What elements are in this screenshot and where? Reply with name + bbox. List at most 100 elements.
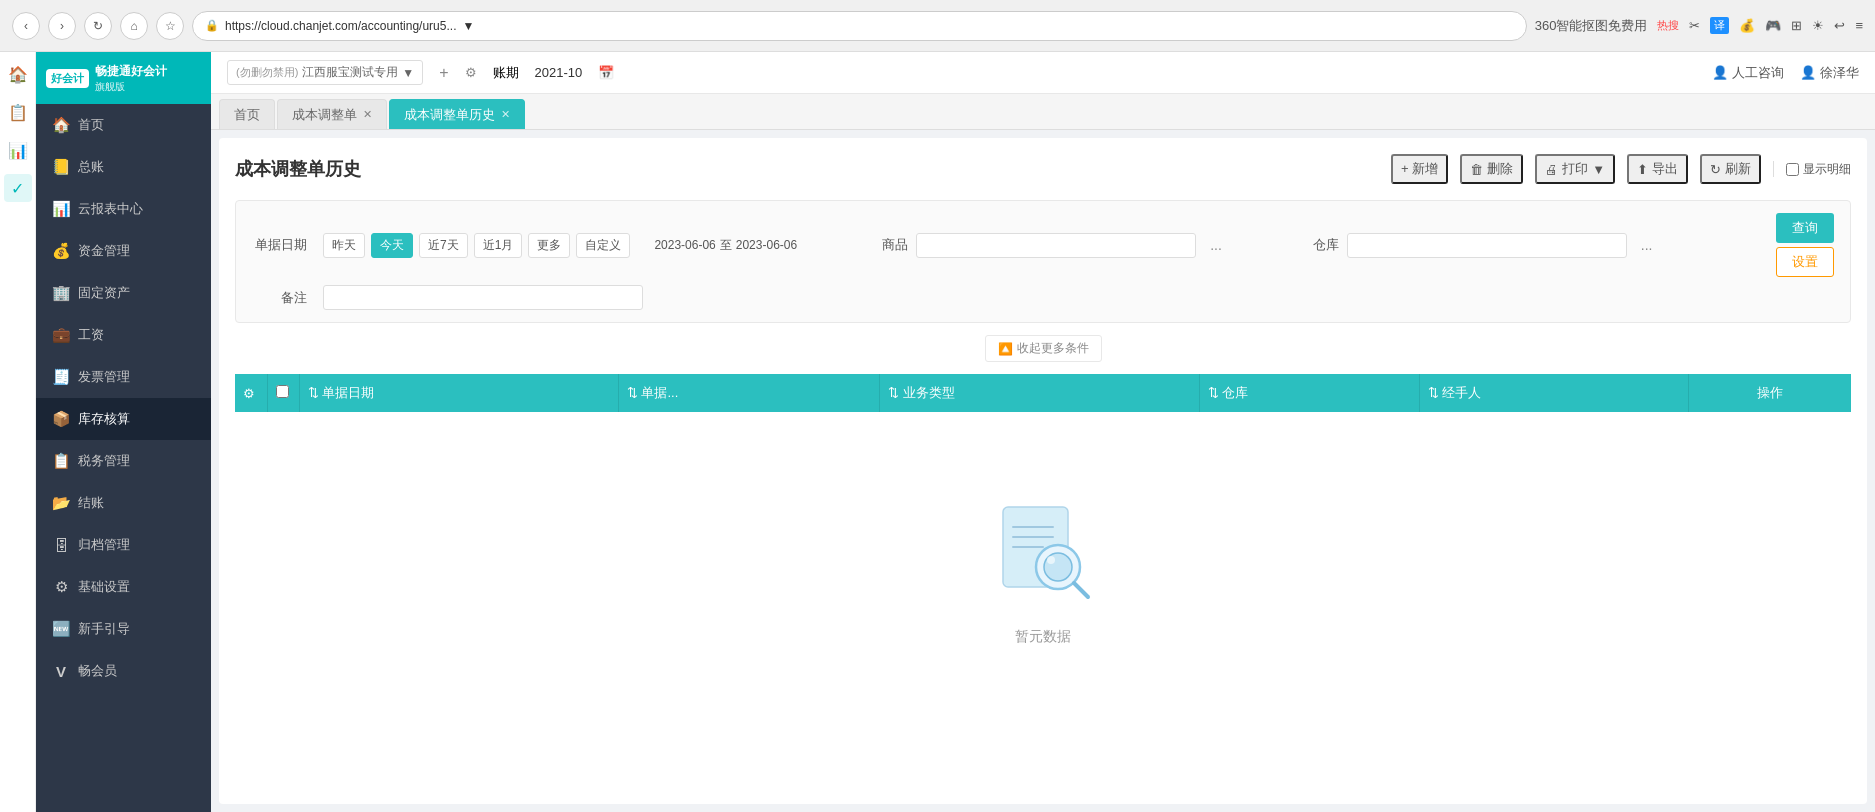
last7-btn[interactable]: 近7天 bbox=[419, 233, 468, 258]
date-separator: 至 bbox=[720, 237, 732, 254]
custom-btn[interactable]: 自定义 bbox=[576, 233, 630, 258]
select-all-checkbox[interactable] bbox=[276, 385, 289, 398]
sidebar-nav: 🏠 首页 📒 总账 📊 云报表中心 💰 资金管理 🏢 固定资产 💼 工资 bbox=[36, 104, 211, 812]
yesterday-btn[interactable]: 昨天 bbox=[323, 233, 365, 258]
grid-icon[interactable]: ⊞ bbox=[1791, 18, 1802, 33]
warehouse-filter-input[interactable] bbox=[1347, 233, 1627, 258]
sidebar-item-assets[interactable]: 🏢 固定资产 bbox=[36, 272, 211, 314]
remark-filter-input[interactable] bbox=[323, 285, 643, 310]
th-date[interactable]: ⇅ 单据日期 bbox=[299, 374, 618, 412]
new-button[interactable]: + 新增 bbox=[1391, 154, 1448, 184]
bookmark-button[interactable]: ☆ bbox=[156, 12, 184, 40]
sidebar-item-funds[interactable]: 💰 资金管理 bbox=[36, 230, 211, 272]
coin-icon[interactable]: 💰 bbox=[1739, 18, 1755, 33]
more-btn[interactable]: 更多 bbox=[528, 233, 570, 258]
date-filter-label: 单据日期 bbox=[252, 236, 307, 254]
th-warehouse[interactable]: ⇅ 仓库 bbox=[1199, 374, 1419, 412]
query-button[interactable]: 查询 bbox=[1776, 213, 1834, 243]
sidebar-item-label: 云报表中心 bbox=[78, 200, 143, 218]
th-actions: 操作 bbox=[1689, 374, 1851, 412]
undo-icon[interactable]: ↩ bbox=[1834, 18, 1845, 33]
sidebar-item-member[interactable]: V 畅会员 bbox=[36, 650, 211, 692]
game-icon[interactable]: 🎮 bbox=[1765, 18, 1781, 33]
back-button[interactable]: ‹ bbox=[12, 12, 40, 40]
home-button[interactable]: ⌂ bbox=[120, 12, 148, 40]
url-bar[interactable]: 🔒 https://cloud.chanjet.com/accounting/u… bbox=[192, 11, 1527, 41]
th-warehouse-sort[interactable]: ⇅ 仓库 bbox=[1208, 384, 1411, 402]
refresh-button-page[interactable]: ↻ 刷新 bbox=[1700, 154, 1761, 184]
scissors-icon[interactable]: ✂ bbox=[1689, 18, 1700, 33]
sidebar-item-inventory[interactable]: 📦 库存核算 bbox=[36, 398, 211, 440]
browser-tools: 360智能抠图免费用 热搜 ✂ 译 💰 🎮 ⊞ ☀ ↩ ≡ bbox=[1535, 17, 1863, 35]
settings-gear-icon[interactable]: ⚙ bbox=[465, 65, 477, 80]
show-bright-checkbox-label[interactable]: 显示明细 bbox=[1786, 161, 1851, 178]
sidebar-item-ledger[interactable]: 📒 总账 bbox=[36, 146, 211, 188]
refresh-button[interactable]: ↻ bbox=[84, 12, 112, 40]
period-value: 2021-10 bbox=[535, 65, 583, 80]
icon-bar-home[interactable]: 🏠 bbox=[4, 60, 32, 88]
remark-filter-label: 备注 bbox=[252, 289, 307, 307]
translate-icon[interactable]: 译 bbox=[1710, 17, 1729, 34]
collapse-button[interactable]: 🔼 收起更多条件 bbox=[985, 335, 1102, 362]
sidebar-item-guide[interactable]: 🆕 新手引导 bbox=[36, 608, 211, 650]
sidebar-item-settings[interactable]: ⚙ 基础设置 bbox=[36, 566, 211, 608]
icon-bar-chart[interactable]: 📊 bbox=[4, 136, 32, 164]
tab-cost-adjust-history[interactable]: 成本调整单历史 ✕ bbox=[389, 99, 525, 129]
delete-button[interactable]: 🗑 删除 bbox=[1460, 154, 1523, 184]
company-selector[interactable]: (勿删勿禁用) 江西服宝测试专用 ▼ bbox=[227, 60, 423, 85]
page-actions: + 新增 🗑 删除 🖨 打印 ▼ ⬆ 导出 ↻ bbox=[1391, 154, 1851, 184]
th-biz-type-sort[interactable]: ⇅ 业务类型 bbox=[888, 384, 1190, 402]
delete-icon: 🗑 bbox=[1470, 162, 1483, 177]
sidebar-item-home[interactable]: 🏠 首页 bbox=[36, 104, 211, 146]
th-handler-sort[interactable]: ⇅ 经手人 bbox=[1428, 384, 1681, 402]
menu-icon[interactable]: ≡ bbox=[1855, 18, 1863, 33]
company-name: 江西服宝测试专用 bbox=[302, 64, 398, 81]
sidebar-item-archive[interactable]: 🗄 归档管理 bbox=[36, 524, 211, 566]
settings-button-filter[interactable]: 设置 bbox=[1776, 247, 1834, 277]
icon-bar-list[interactable]: 📋 bbox=[4, 98, 32, 126]
th-handler[interactable]: ⇅ 经手人 bbox=[1419, 374, 1689, 412]
tab-home[interactable]: 首页 bbox=[219, 99, 275, 129]
forward-button[interactable]: › bbox=[48, 12, 76, 40]
tab-cost-adjust-close[interactable]: ✕ bbox=[363, 108, 372, 121]
sidebar-item-reports[interactable]: 📊 云报表中心 bbox=[36, 188, 211, 230]
last1m-btn[interactable]: 近1月 bbox=[474, 233, 523, 258]
th-date-sort[interactable]: ⇅ 单据日期 bbox=[308, 384, 610, 402]
filter-row-remark: 备注 bbox=[252, 285, 1834, 310]
sidebar-item-tax[interactable]: 📋 税务管理 bbox=[36, 440, 211, 482]
tab-cost-adjust[interactable]: 成本调整单 ✕ bbox=[277, 99, 387, 129]
th-number[interactable]: ⇅ 单据... bbox=[618, 374, 879, 412]
th-biz-type[interactable]: ⇅ 业务类型 bbox=[880, 374, 1199, 412]
calendar-icon[interactable]: 📅 bbox=[598, 65, 614, 80]
icon-bar-active[interactable]: ✓ bbox=[4, 174, 32, 202]
today-btn[interactable]: 今天 bbox=[371, 233, 413, 258]
sidebar-item-label: 库存核算 bbox=[78, 410, 130, 428]
home-icon: 🏠 bbox=[52, 116, 70, 134]
th-gear[interactable]: ⚙ bbox=[235, 374, 267, 412]
sun-icon[interactable]: ☀ bbox=[1812, 18, 1824, 33]
add-company-icon[interactable]: + bbox=[439, 64, 448, 82]
sidebar-item-label: 归档管理 bbox=[78, 536, 130, 554]
sidebar-item-settlement[interactable]: 📂 结账 bbox=[36, 482, 211, 524]
print-button[interactable]: 🖨 打印 ▼ bbox=[1535, 154, 1615, 184]
export-button[interactable]: ⬆ 导出 bbox=[1627, 154, 1688, 184]
date-from: 2023-06-06 bbox=[654, 238, 715, 252]
th-number-sort[interactable]: ⇅ 单据... bbox=[627, 384, 871, 402]
warehouse-ellipsis-btn[interactable]: ... bbox=[1635, 235, 1659, 255]
sidebar-item-label: 基础设置 bbox=[78, 578, 130, 596]
th-checkbox[interactable] bbox=[267, 374, 299, 412]
tab-cost-adjust-history-label: 成本调整单历史 bbox=[404, 106, 495, 124]
refresh-icon: ↻ bbox=[1710, 162, 1721, 177]
user-name-button[interactable]: 👤 徐泽华 bbox=[1800, 64, 1859, 82]
sidebar-item-invoice[interactable]: 🧾 发票管理 bbox=[36, 356, 211, 398]
url-text: https://cloud.chanjet.com/accounting/uru… bbox=[225, 19, 456, 33]
goods-ellipsis-btn[interactable]: ... bbox=[1204, 235, 1228, 255]
th-date-label: ⇅ 单据日期 bbox=[308, 384, 375, 402]
goods-filter-label: 商品 bbox=[853, 236, 908, 254]
user-service-button[interactable]: 👤 人工咨询 bbox=[1712, 64, 1784, 82]
goods-filter-input[interactable] bbox=[916, 233, 1196, 258]
tab-cost-adjust-history-close[interactable]: ✕ bbox=[501, 108, 510, 121]
page-header: 成本调整单历史 + 新增 🗑 删除 🖨 打印 ▼ ⬆ 导出 bbox=[235, 154, 1851, 184]
show-bright-checkbox[interactable] bbox=[1786, 163, 1799, 176]
sidebar-item-salary[interactable]: 💼 工资 bbox=[36, 314, 211, 356]
